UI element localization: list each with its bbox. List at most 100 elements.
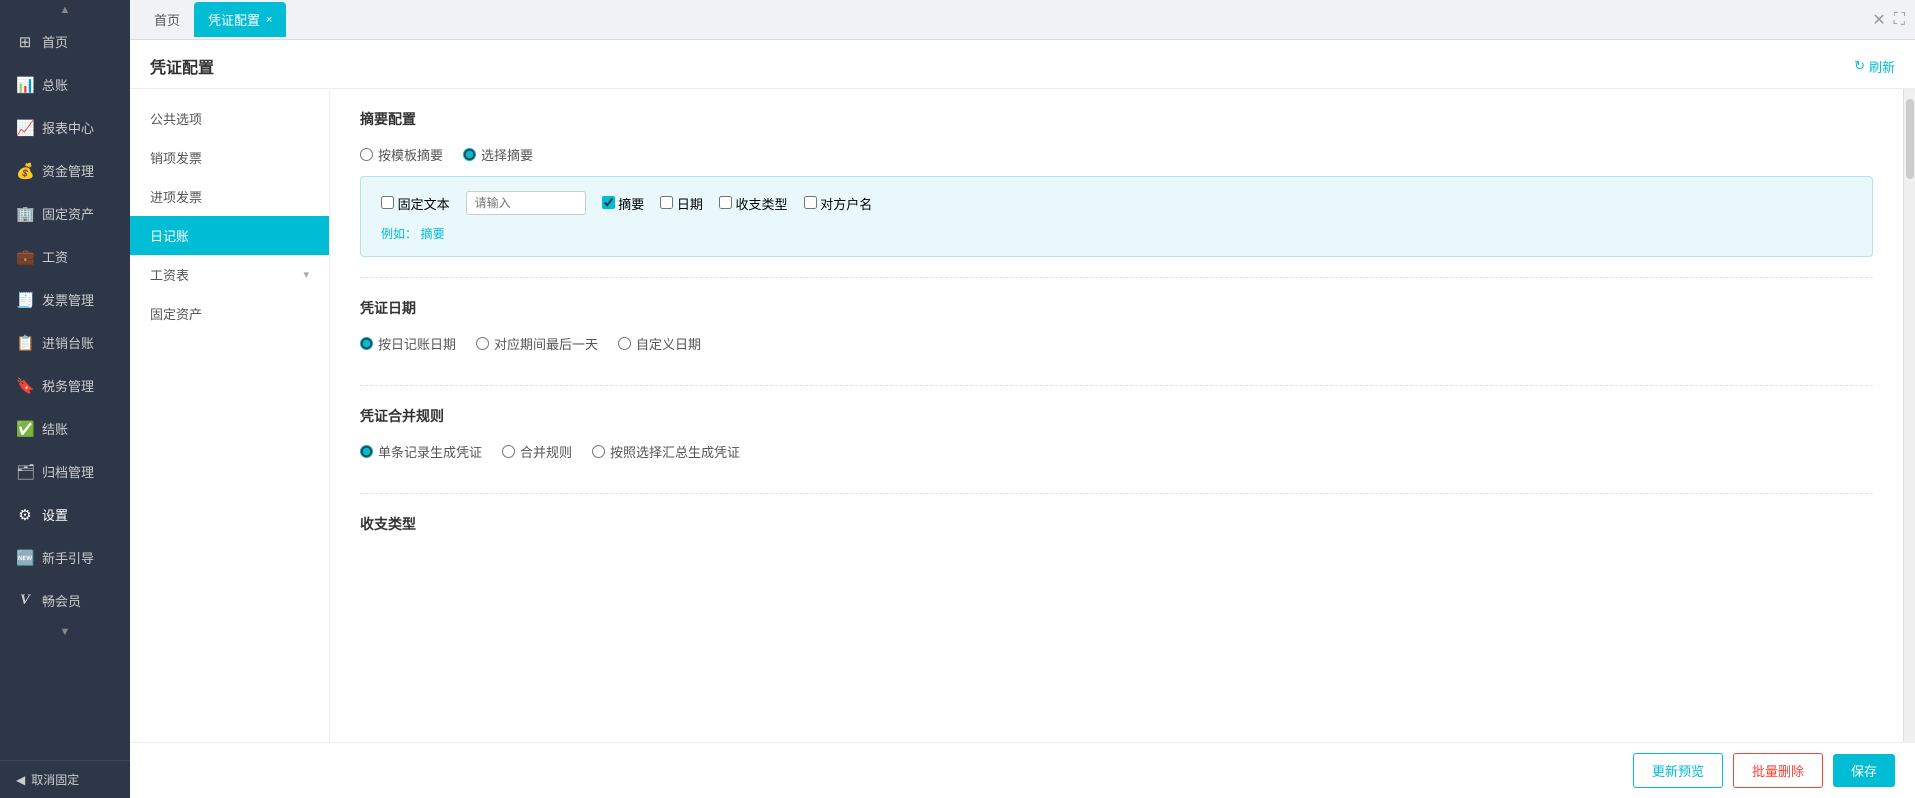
- salary-icon: 💼: [16, 248, 34, 266]
- purchasesale-icon: 📋: [16, 334, 34, 352]
- save-button[interactable]: 保存: [1833, 754, 1895, 787]
- nav-item-journal[interactable]: 日记账: [130, 216, 329, 255]
- radio-custom-date[interactable]: [618, 337, 631, 350]
- nav-label-sales: 销项发票: [150, 148, 202, 167]
- tab-close-icon[interactable]: ×: [266, 14, 272, 26]
- nav-item-purchase[interactable]: 进项发票: [130, 177, 329, 216]
- maximize-window-icon[interactable]: ⛶: [1894, 11, 1905, 29]
- update-preview-button[interactable]: 更新预览: [1633, 753, 1723, 788]
- assets-icon: 🏢: [16, 205, 34, 223]
- radio-select-text: 选择摘要: [481, 145, 533, 164]
- example-prefix: 例如：: [381, 227, 417, 241]
- sidebar-item-archive[interactable]: 🗂 归档管理: [0, 450, 130, 493]
- checkbox-date-text: 日期: [677, 197, 703, 212]
- sidebar-item-label: 发票管理: [42, 290, 94, 309]
- sidebar-item-report[interactable]: 📈 报表中心: [0, 106, 130, 149]
- chevron-down-icon: ▾: [303, 268, 309, 281]
- tab-voucher-config[interactable]: 凭证配置 ×: [194, 2, 286, 37]
- radio-summary-label[interactable]: 按照选择汇总生成凭证: [592, 442, 740, 461]
- radio-journal-date[interactable]: [360, 337, 373, 350]
- sidebar-item-label: 税务管理: [42, 376, 94, 395]
- main: 首页 凭证配置 × ✕ ⛶ 凭证配置 ↻ 刷新 公共选项: [130, 0, 1915, 798]
- sidebar-item-label: 结账: [42, 419, 68, 438]
- refresh-icon: ↻: [1854, 58, 1865, 74]
- radio-journal-date-label[interactable]: 按日记账日期: [360, 334, 456, 353]
- sidebar-item-label: 工资: [42, 247, 68, 266]
- checkbox-abstract-text: 摘要: [618, 197, 644, 212]
- nav-item-fixedassets[interactable]: 固定资产: [130, 294, 329, 333]
- sidebar-unpin[interactable]: ◀ 取消固定: [0, 760, 130, 798]
- checkbox-date[interactable]: [660, 196, 673, 209]
- sidebar-item-guide[interactable]: 🆕 新手引导: [0, 536, 130, 579]
- radio-custom-date-label[interactable]: 自定义日期: [618, 334, 701, 353]
- sidebar-item-label: 固定资产: [42, 204, 94, 223]
- invoice-icon: 🧾: [16, 291, 34, 309]
- checkbox-abstract[interactable]: [602, 196, 615, 209]
- sidebar-item-member[interactable]: V 畅会员: [0, 579, 130, 622]
- radio-single-label[interactable]: 单条记录生成凭证: [360, 442, 482, 461]
- refresh-button[interactable]: ↻ 刷新: [1854, 57, 1895, 76]
- radio-summary-text: 按照选择汇总生成凭证: [610, 442, 740, 461]
- sidebar-item-invoice[interactable]: 🧾 发票管理: [0, 278, 130, 321]
- scrollbar-thumb: [1906, 99, 1914, 179]
- home-icon: ⊞: [16, 33, 34, 51]
- radio-template-label[interactable]: 按模板摘要: [360, 145, 443, 164]
- radio-select-label[interactable]: 选择摘要: [463, 145, 533, 164]
- radio-template[interactable]: [360, 148, 373, 161]
- refresh-label: 刷新: [1869, 57, 1895, 76]
- close-window-icon[interactable]: ✕: [1872, 10, 1885, 30]
- tab-home[interactable]: 首页: [140, 2, 194, 37]
- member-icon: V: [16, 592, 34, 609]
- tab-bar: 首页 凭证配置 × ✕ ⛶: [130, 0, 1915, 40]
- radio-summary[interactable]: [592, 445, 605, 458]
- radio-single[interactable]: [360, 445, 373, 458]
- sidebar-item-funds[interactable]: 💰 资金管理: [0, 149, 130, 192]
- guide-icon: 🆕: [16, 549, 34, 567]
- sidebar-item-salary[interactable]: 💼 工资: [0, 235, 130, 278]
- fixed-text-input[interactable]: [466, 191, 586, 215]
- tax-icon: 🔖: [16, 377, 34, 395]
- summary-config-box: 固定文本 摘要 日期: [360, 176, 1873, 257]
- checkbox-income-type-label[interactable]: 收支类型: [719, 194, 788, 213]
- sidebar-item-label: 设置: [42, 505, 68, 524]
- radio-period-last-label[interactable]: 对应期间最后一天: [476, 334, 598, 353]
- nav-label-purchase: 进项发票: [150, 187, 202, 206]
- sidebar-item-label: 首页: [42, 32, 68, 51]
- radio-merge-label[interactable]: 合并规则: [502, 442, 572, 461]
- settle-icon: ✅: [16, 420, 34, 438]
- sidebar-item-label: 报表中心: [42, 118, 94, 137]
- sidebar: ▲ ⊞ 首页 📊 总账 📈 报表中心 💰 资金管理 🏢 固定资产 💼 工资 🧾 …: [0, 0, 130, 798]
- sidebar-item-label: 进销台账: [42, 333, 94, 352]
- checkbox-fixed-text-label[interactable]: 固定文本: [381, 194, 450, 213]
- outer-scrollbar[interactable]: [1903, 89, 1915, 742]
- checkbox-abstract-label[interactable]: 摘要: [602, 194, 645, 213]
- sidebar-item-settings[interactable]: ⚙ 设置: [0, 493, 130, 536]
- merge-rules-title: 凭证合并规则: [360, 406, 1873, 426]
- sidebar-item-settle[interactable]: ✅ 结账: [0, 407, 130, 450]
- checkbox-income-type[interactable]: [719, 196, 732, 209]
- checkbox-date-label[interactable]: 日期: [660, 194, 703, 213]
- unpin-icon: ◀: [16, 773, 25, 787]
- left-nav: 公共选项 销项发票 进项发票 日记账 工资表 ▾ 固定资产: [130, 89, 330, 742]
- checkbox-counterpart-label[interactable]: 对方户名: [804, 194, 873, 213]
- sidebar-scroll-down[interactable]: ▼: [0, 622, 130, 642]
- home-tab-label: 首页: [154, 10, 180, 29]
- sidebar-item-tax[interactable]: 🔖 税务管理: [0, 364, 130, 407]
- sidebar-item-label: 资金管理: [42, 161, 94, 180]
- active-tab-label: 凭证配置: [208, 10, 260, 29]
- summary-radio-row: 按模板摘要 选择摘要: [360, 145, 1873, 164]
- nav-item-payroll[interactable]: 工资表 ▾: [130, 255, 329, 294]
- sidebar-item-assets[interactable]: 🏢 固定资产: [0, 192, 130, 235]
- radio-merge[interactable]: [502, 445, 515, 458]
- nav-item-public[interactable]: 公共选项: [130, 99, 329, 138]
- radio-period-last[interactable]: [476, 337, 489, 350]
- sidebar-item-home[interactable]: ⊞ 首页: [0, 20, 130, 63]
- checkbox-fixed-text[interactable]: [381, 196, 394, 209]
- radio-select[interactable]: [463, 148, 476, 161]
- batch-delete-button[interactable]: 批量删除: [1733, 753, 1823, 788]
- checkbox-counterpart[interactable]: [804, 196, 817, 209]
- sidebar-scroll-up[interactable]: ▲: [0, 0, 130, 20]
- nav-item-sales[interactable]: 销项发票: [130, 138, 329, 177]
- sidebar-item-purchasesale[interactable]: 📋 进销台账: [0, 321, 130, 364]
- sidebar-item-ledger[interactable]: 📊 总账: [0, 63, 130, 106]
